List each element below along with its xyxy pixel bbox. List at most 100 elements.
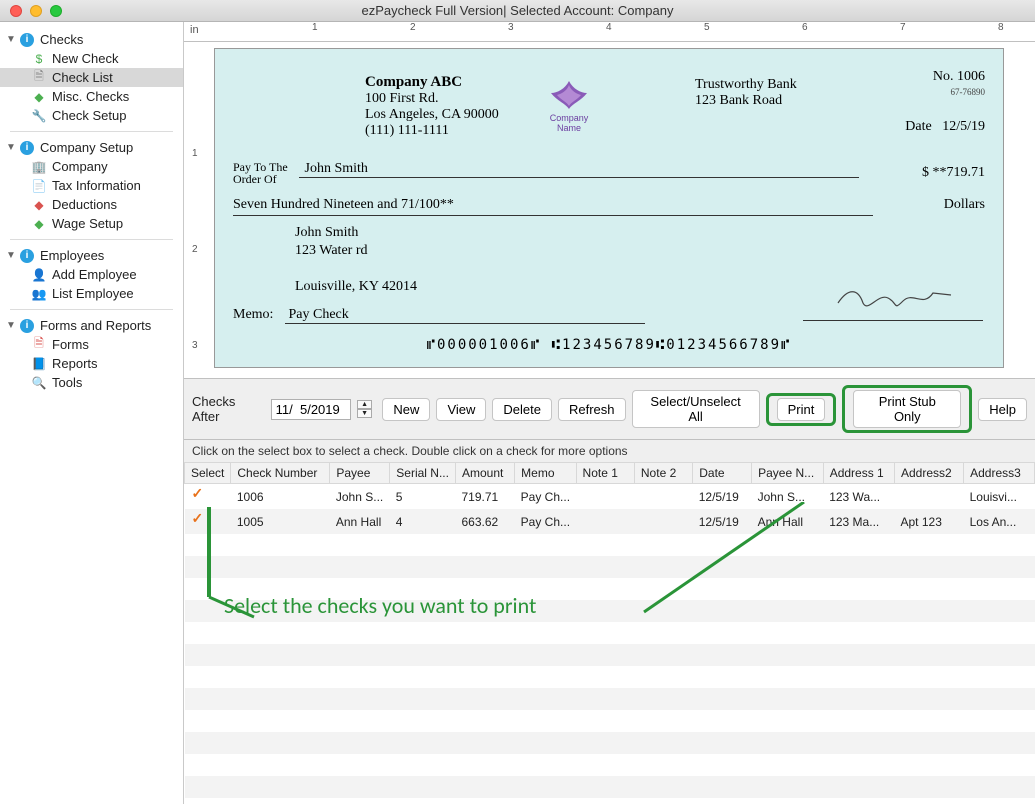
company-phone: (111) 111-1111 xyxy=(365,123,449,138)
item-icon: 📘 xyxy=(32,357,46,371)
col-address3[interactable]: Address3 xyxy=(964,463,1035,484)
col-memo[interactable]: Memo xyxy=(515,463,576,484)
sidebar-item-label: Deductions xyxy=(52,197,117,212)
item-icon: ◆ xyxy=(32,217,46,231)
select-checkbox-icon[interactable] xyxy=(191,487,207,503)
check-amount: $ **719.71 xyxy=(922,165,985,181)
view-button[interactable]: View xyxy=(436,398,486,421)
item-icon: 👥 xyxy=(32,287,46,301)
item-icon: 📄 xyxy=(32,179,46,193)
window-title: ezPaycheck Full Version| Selected Accoun… xyxy=(0,3,1035,18)
select-unselect-all-button[interactable]: Select/Unselect All xyxy=(632,390,760,428)
col-serial-n-[interactable]: Serial N... xyxy=(390,463,456,484)
sidebar-item-label: Wage Setup xyxy=(52,216,123,231)
minimize-icon[interactable] xyxy=(30,5,42,17)
sidebar-item-add-employee[interactable]: 👤Add Employee xyxy=(0,265,183,284)
table-row[interactable]: 1005Ann Hall4663.62Pay Ch...12/5/19Ann H… xyxy=(185,509,1035,534)
bank-block: Trustworthy Bank 123 Bank Road xyxy=(695,77,797,109)
company-addr1: 100 First Rd. xyxy=(365,91,439,106)
info-icon: i xyxy=(20,319,34,333)
item-icon: $ xyxy=(32,52,46,66)
company-logo-icon: Company Name xyxy=(545,79,593,133)
sidebar-group-employees[interactable]: ▼iEmployees xyxy=(0,246,183,265)
sidebar-item-forms[interactable]: 🗎 Forms xyxy=(0,335,183,354)
refresh-button[interactable]: Refresh xyxy=(558,398,626,421)
micr-line: ⑈000001006⑈ ⑆123456789⑆01234566789⑈ xyxy=(215,337,1003,353)
bank-name: Trustworthy Bank xyxy=(695,77,797,92)
item-icon: ◆ xyxy=(32,90,46,104)
info-icon: i xyxy=(20,33,34,47)
col-note-1[interactable]: Note 1 xyxy=(576,463,634,484)
col-date[interactable]: Date xyxy=(693,463,752,484)
sidebar-item-label: Check List xyxy=(52,70,113,85)
sidebar-item-label: Tax Information xyxy=(52,178,141,193)
col-select[interactable]: Select xyxy=(185,463,231,484)
col-payee[interactable]: Payee xyxy=(330,463,390,484)
sidebar-item-label: Forms xyxy=(52,337,89,352)
item-icon: 🗎 xyxy=(32,71,46,85)
sidebar: ▼iChecks$New Check 🗎 Check List ◆ Misc. Chec… xyxy=(0,22,184,804)
sidebar-item-label: Reports xyxy=(52,356,98,371)
sidebar-item-label: Add Employee xyxy=(52,267,137,282)
list-toolbar: Checks After ▲▼ New View Delete Refresh … xyxy=(184,379,1035,440)
sidebar-item-list-employee[interactable]: 👥 List Employee xyxy=(0,284,183,303)
date-stepper[interactable]: ▲▼ xyxy=(357,400,373,418)
help-button[interactable]: Help xyxy=(978,398,1027,421)
bank-addr: 123 Bank Road xyxy=(695,93,782,108)
checks-after-label: Checks After xyxy=(192,394,265,424)
col-address2[interactable]: Address2 xyxy=(895,463,964,484)
check-number-block: No. 1006 67-76890 xyxy=(933,69,985,97)
item-icon: 🗎 xyxy=(32,338,46,352)
sidebar-item-label: Check Setup xyxy=(52,108,126,123)
col-payee-n-[interactable]: Payee N... xyxy=(752,463,824,484)
horizontal-ruler: in 12345678 xyxy=(184,22,1035,42)
app-window: ezPaycheck Full Version| Selected Accoun… xyxy=(0,0,1035,804)
sidebar-group-company-setup[interactable]: ▼iCompany Setup xyxy=(0,138,183,157)
main-pane: in 12345678 123 Company ABC 100 First Rd… xyxy=(184,22,1035,804)
sidebar-item-wage-setup[interactable]: ◆ Wage Setup xyxy=(0,214,183,233)
sidebar-item-label: Misc. Checks xyxy=(52,89,129,104)
check-preview: Company ABC 100 First Rd. Los Angeles, C… xyxy=(214,48,1004,368)
item-icon: 🔍 xyxy=(32,376,46,390)
sidebar-item-misc-checks[interactable]: ◆ Misc. Checks xyxy=(0,87,183,106)
sidebar-item-label: List Employee xyxy=(52,286,134,301)
table-hint: Click on the select box to select a chec… xyxy=(184,440,1035,462)
info-icon: i xyxy=(20,141,34,155)
company-block: Company ABC 100 First Rd. Los Angeles, C… xyxy=(365,74,499,139)
titlebar: ezPaycheck Full Version| Selected Accoun… xyxy=(0,0,1035,22)
new-button[interactable]: New xyxy=(382,398,430,421)
sidebar-item-deductions[interactable]: ◆ Deductions xyxy=(0,195,183,214)
company-addr2: Los Angeles, CA 90000 xyxy=(365,107,499,122)
sidebar-item-label: Company xyxy=(52,159,108,174)
close-icon[interactable] xyxy=(10,5,22,17)
sidebar-item-tax-information[interactable]: 📄 Tax Information xyxy=(0,176,183,195)
info-icon: i xyxy=(20,249,34,263)
item-icon: ◆ xyxy=(32,198,46,212)
sidebar-item-check-list[interactable]: 🗎 Check List xyxy=(0,68,183,87)
delete-button[interactable]: Delete xyxy=(492,398,552,421)
memo-line: Memo: Pay Check xyxy=(233,307,663,324)
select-checkbox-icon[interactable] xyxy=(191,512,207,528)
sidebar-item-new-check[interactable]: $New Check xyxy=(0,49,183,68)
col-note-2[interactable]: Note 2 xyxy=(634,463,692,484)
signature-line xyxy=(803,283,983,321)
sidebar-item-tools[interactable]: 🔍Tools xyxy=(0,373,183,392)
sidebar-group-checks[interactable]: ▼iChecks xyxy=(0,30,183,49)
check-date: Date 12/5/19 xyxy=(905,119,985,135)
company-name: Company ABC xyxy=(365,74,462,90)
print-stub-only-button[interactable]: Print Stub Only xyxy=(853,390,961,428)
checks-after-date-input[interactable] xyxy=(271,399,351,420)
item-icon: 🔧 xyxy=(32,109,46,123)
sidebar-item-company[interactable]: 🏢 Company xyxy=(0,157,183,176)
sidebar-item-check-setup[interactable]: 🔧 Check Setup xyxy=(0,106,183,125)
print-button[interactable]: Print xyxy=(777,398,826,421)
col-check-number[interactable]: Check Number xyxy=(231,463,330,484)
col-address-1[interactable]: Address 1 xyxy=(823,463,894,484)
amount-words: Seven Hundred Nineteen and 71/100** xyxy=(233,197,873,216)
table-row[interactable]: 1006John S...5719.71Pay Ch...12/5/19John… xyxy=(185,484,1035,510)
maximize-icon[interactable] xyxy=(50,5,62,17)
col-amount[interactable]: Amount xyxy=(455,463,514,484)
sidebar-group-forms-and-reports[interactable]: ▼iForms and Reports xyxy=(0,316,183,335)
item-icon: 🏢 xyxy=(32,160,46,174)
sidebar-item-reports[interactable]: 📘 Reports xyxy=(0,354,183,373)
